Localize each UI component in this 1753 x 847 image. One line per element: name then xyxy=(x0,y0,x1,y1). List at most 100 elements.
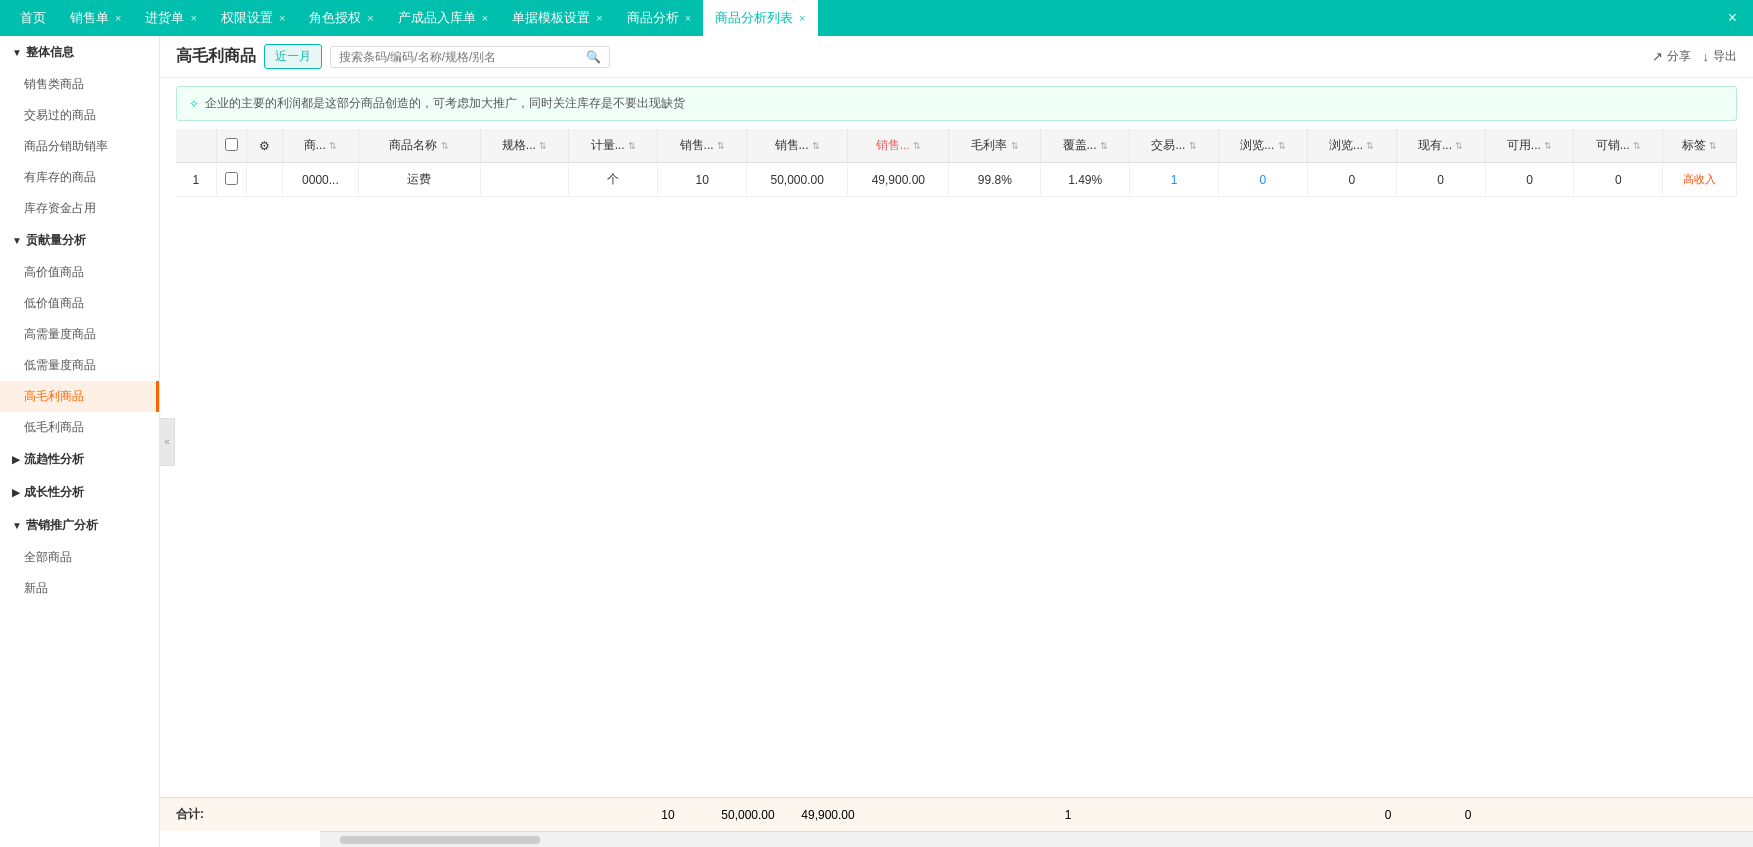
sidebar-item-inventory-goods[interactable]: 有库存的商品 xyxy=(0,162,159,193)
col-code[interactable]: 商... ⇅ xyxy=(283,129,359,163)
nav-close-roles[interactable]: × xyxy=(367,12,373,24)
cell-checkbox xyxy=(216,163,246,197)
nav-item-analysis[interactable]: 商品分析× xyxy=(615,0,703,36)
nav-item-home[interactable]: 首页 xyxy=(8,0,58,36)
nav-close-purchase[interactable]: × xyxy=(190,12,196,24)
nav-close-permissions[interactable]: × xyxy=(279,12,285,24)
sidebar-collapse-button[interactable]: « xyxy=(160,418,175,466)
group-label-trend: 流趋性分析 xyxy=(24,451,84,468)
nav-close-templates[interactable]: × xyxy=(596,12,602,24)
cell-settings xyxy=(246,163,283,197)
col-name[interactable]: 商品名称 ⇅ xyxy=(358,129,480,163)
sidebar: ▼整体信息销售类商品交易过的商品商品分销助销率有库存的商品库存资金占用 ▼ 贡献量分… xyxy=(0,36,160,847)
info-text: 企业的主要的利润都是这部分商品创造的，可考虑加大推广，同时关注库存是不要出现缺货 xyxy=(205,95,685,112)
cell-trade[interactable]: 1 xyxy=(1130,163,1219,197)
col-trade[interactable]: 交易... ⇅ xyxy=(1130,129,1219,163)
nav-item-roles[interactable]: 角色授权× xyxy=(297,0,385,36)
cell-spec xyxy=(480,163,569,197)
group-arrow-wealth: ▼ xyxy=(12,235,22,246)
sidebar-item-traded-goods[interactable]: 交易过的商品 xyxy=(0,100,159,131)
sidebar-item-high-price[interactable]: 高价值商品 xyxy=(0,257,159,288)
nav-item-templates[interactable]: 单据模板设置× xyxy=(500,0,614,36)
cell-tag[interactable]: 高收入 xyxy=(1663,163,1737,197)
footer-available: 0 xyxy=(1348,808,1428,822)
col-checkbox[interactable] xyxy=(216,129,246,163)
footer-sales-profit: 49,900.00 xyxy=(788,808,868,822)
group-label-wealth: 贡献量分析 xyxy=(26,232,86,249)
cell-saleable: 0 xyxy=(1574,163,1663,197)
sidebar-group-overall[interactable]: ▼整体信息 xyxy=(0,36,159,69)
data-table: ⚙ 商... ⇅ 商品名称 ⇅ 规格... ⇅ 计量... ⇅ 销售... ⇅ … xyxy=(176,129,1737,197)
cell-index: 1 xyxy=(176,163,216,197)
nav-item-analysis-list[interactable]: 商品分析列表× xyxy=(703,0,817,36)
col-sales-qty[interactable]: 销售... ⇅ xyxy=(658,129,747,163)
footer-empty9 xyxy=(1188,808,1268,822)
select-all-checkbox[interactable] xyxy=(225,138,238,151)
footer-empty6 xyxy=(868,808,948,822)
share-icon: ↗ xyxy=(1652,49,1663,64)
sidebar-item-inventory-ratio[interactable]: 库存资金占用 xyxy=(0,193,159,224)
table-row: 10000...运费个1050,000.0049,900.0099.8%1.49… xyxy=(176,163,1737,197)
close-window-button[interactable]: × xyxy=(1720,9,1745,27)
search-input[interactable] xyxy=(339,50,582,64)
footer-empty5 xyxy=(548,808,628,822)
export-button[interactable]: ↓ 导出 xyxy=(1703,48,1738,65)
col-browse2[interactable]: 浏览... ⇅ xyxy=(1307,129,1396,163)
cell-code: 0000... xyxy=(283,163,359,197)
col-available[interactable]: 可用... ⇅ xyxy=(1485,129,1574,163)
row-checkbox[interactable] xyxy=(225,172,238,185)
footer-label: 合计: xyxy=(176,806,204,823)
col-browse1[interactable]: 浏览... ⇅ xyxy=(1219,129,1308,163)
scrollbar-thumb[interactable] xyxy=(340,836,540,844)
col-sales-amount[interactable]: 销售... ⇅ xyxy=(747,129,848,163)
col-coverage[interactable]: 覆盖... ⇅ xyxy=(1041,129,1130,163)
nav-close-products[interactable]: × xyxy=(482,12,488,24)
col-tag[interactable]: 标签 ⇅ xyxy=(1663,129,1737,163)
cell-sales-profit: 49,900.00 xyxy=(848,163,949,197)
footer-empty7 xyxy=(948,808,1028,822)
group-arrow-growth: ▶ xyxy=(12,487,20,498)
link-value[interactable]: 1 xyxy=(1171,173,1178,187)
cell-margin-rate: 99.8% xyxy=(949,163,1041,197)
nav-close-analysis[interactable]: × xyxy=(685,12,691,24)
sidebar-item-low-price[interactable]: 低价值商品 xyxy=(0,288,159,319)
col-settings[interactable]: ⚙ xyxy=(246,129,283,163)
footer-empty10 xyxy=(1268,808,1348,822)
sidebar-item-low-freq[interactable]: 低需量度商品 xyxy=(0,350,159,381)
nav-item-products[interactable]: 产成品入库单× xyxy=(386,0,500,36)
col-index xyxy=(176,129,216,163)
horizontal-scrollbar[interactable] xyxy=(320,831,1753,847)
sidebar-item-new-goods[interactable]: 新品 xyxy=(0,573,159,604)
filter-recent-month-button[interactable]: 近一月 xyxy=(264,44,322,69)
sidebar-item-high-freq[interactable]: 高需量度商品 xyxy=(0,319,159,350)
col-spec[interactable]: 规格... ⇅ xyxy=(480,129,569,163)
sidebar-group-growth[interactable]: ▶成长性分析 xyxy=(0,476,159,509)
nav-close-sales[interactable]: × xyxy=(115,12,121,24)
cell-browse1[interactable]: 0 xyxy=(1219,163,1308,197)
footer-saleable: 0 xyxy=(1428,808,1508,822)
col-unit[interactable]: 计量... ⇅ xyxy=(569,129,658,163)
col-saleable[interactable]: 可销... ⇅ xyxy=(1574,129,1663,163)
sidebar-item-analysis-rate[interactable]: 商品分销助销率 xyxy=(0,131,159,162)
search-icon[interactable]: 🔍 xyxy=(586,50,601,64)
col-sales-profit[interactable]: 销售... ⇅ xyxy=(848,129,949,163)
content-header: 高毛利商品 近一月 🔍 ↗ 分享 ↓ 导出 xyxy=(160,36,1753,78)
share-button[interactable]: ↗ 分享 xyxy=(1652,48,1691,65)
link-value[interactable]: 0 xyxy=(1260,173,1267,187)
sidebar-item-sales-goods[interactable]: 销售类商品 xyxy=(0,69,159,100)
group-arrow-trend: ▶ xyxy=(12,454,20,465)
sidebar-item-low-margin[interactable]: 低毛利商品 xyxy=(0,412,159,443)
table-container[interactable]: ⚙ 商... ⇅ 商品名称 ⇅ 规格... ⇅ 计量... ⇅ 销售... ⇅ … xyxy=(160,129,1753,847)
sidebar-group-wealth[interactable]: ▼ 贡献量分析 xyxy=(0,224,159,257)
sidebar-item-all-goods[interactable]: 全部商品 xyxy=(0,542,159,573)
col-current[interactable]: 现有... ⇅ xyxy=(1396,129,1485,163)
nav-item-sales[interactable]: 销售单× xyxy=(58,0,133,36)
sidebar-group-marketing[interactable]: ▼营销推广分析 xyxy=(0,509,159,542)
nav-close-analysis-list[interactable]: × xyxy=(799,12,805,24)
sidebar-group-trend[interactable]: ▶ 流趋性分析 xyxy=(0,443,159,476)
nav-item-purchase[interactable]: 进货单× xyxy=(133,0,208,36)
nav-item-permissions[interactable]: 权限设置× xyxy=(209,0,297,36)
col-margin-rate[interactable]: 毛利率 ⇅ xyxy=(949,129,1041,163)
sidebar-item-high-margin[interactable]: 高毛利商品 xyxy=(0,381,159,412)
cell-unit: 个 xyxy=(569,163,658,197)
